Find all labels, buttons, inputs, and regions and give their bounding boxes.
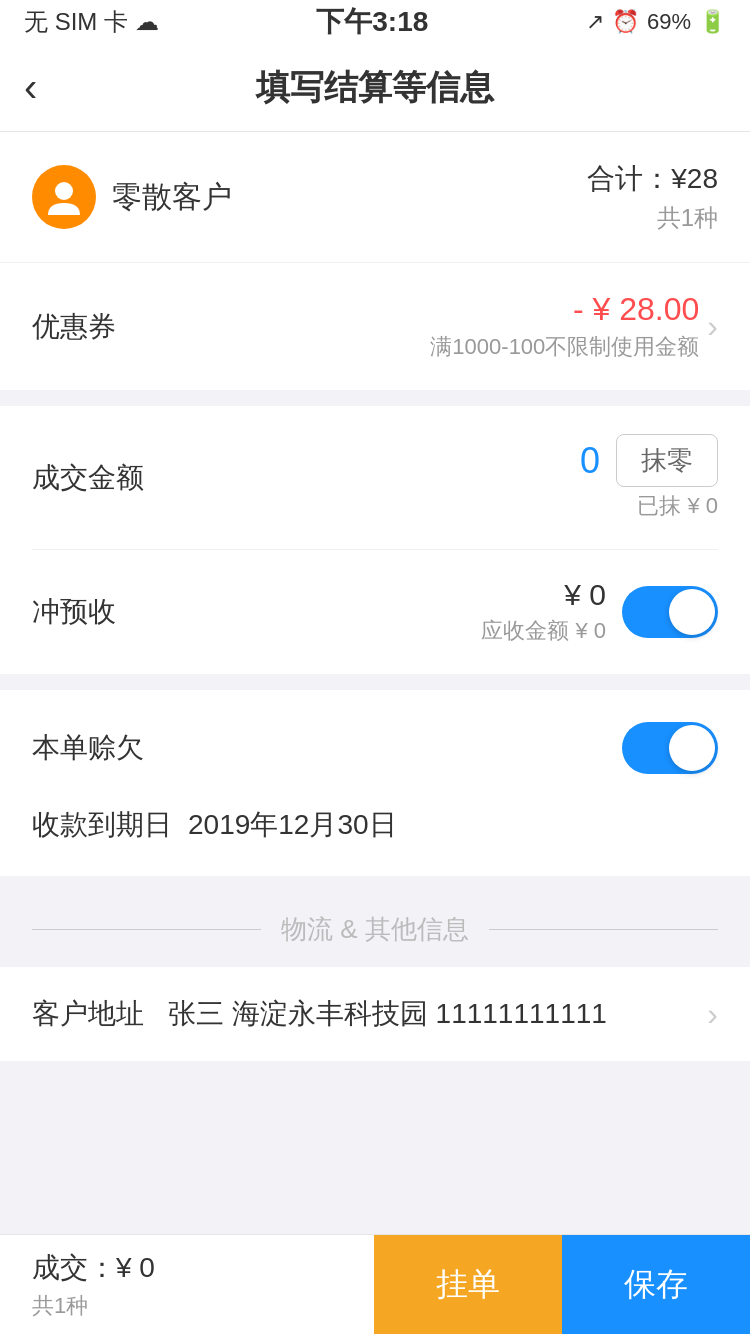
prereceive-sub: 应收金额 ¥ 0 [481, 616, 606, 646]
prereceive-label: 冲预收 [32, 593, 116, 631]
battery-icon: 🔋 [699, 9, 726, 35]
location-icon: ↗ [586, 9, 604, 35]
prereceive-row: 冲预收 ¥ 0 应收金额 ¥ 0 [32, 550, 718, 674]
debt-section: 本单赊欠 收款到期日 2019年12月30日 [0, 690, 750, 876]
customer-section: 零散客户 合计：¥28 共1种 优惠券 - ¥ 28.00 满1000-100不… [0, 132, 750, 390]
debt-row: 本单赊欠 [0, 690, 750, 806]
debt-toggle[interactable] [622, 722, 718, 774]
alarm-icon: ⏰ [612, 9, 639, 35]
transaction-right: 0 抹零 已抹 ¥ 0 [580, 434, 718, 521]
logistics-line-left [32, 929, 261, 930]
debt-toggle-knob [669, 725, 715, 771]
status-bar: 无 SIM 卡 ☁ 下午3:18 ↗ ⏰ 69% 🔋 [0, 0, 750, 44]
address-row[interactable]: 客户地址 张三 海淀永丰科技园 11111111111 › [0, 967, 750, 1061]
coupon-amount: - ¥ 28.00 [430, 291, 699, 328]
transaction-amount-row: 0 抹零 [580, 434, 718, 487]
coupon-value: - ¥ 28.00 满1000-100不限制使用金额 [430, 291, 699, 362]
status-left: 无 SIM 卡 ☁ [24, 6, 159, 38]
debt-label: 本单赊欠 [32, 729, 144, 767]
status-time: 下午3:18 [316, 3, 428, 41]
bottom-count: 共1种 [32, 1291, 342, 1321]
bottom-info: 成交：¥ 0 共1种 [0, 1249, 374, 1321]
address-value: 张三 海淀永丰科技园 11111111111 [168, 995, 707, 1033]
logistics-divider: 物流 & 其他信息 [0, 892, 750, 967]
coupon-desc: 满1000-100不限制使用金额 [430, 332, 699, 362]
address-chevron-icon: › [707, 996, 718, 1033]
page-title: 填写结算等信息 [256, 65, 494, 111]
toggle-knob [669, 589, 715, 635]
total-count: 共1种 [587, 202, 718, 234]
avatar [32, 165, 96, 229]
bottom-amount: 成交：¥ 0 [32, 1249, 342, 1287]
total-amount: 合计：¥28 [587, 160, 718, 198]
back-button[interactable]: ‹ [24, 65, 37, 110]
customer-info-left: 零散客户 [32, 165, 232, 229]
bottom-bar: 成交：¥ 0 共1种 挂单 保存 [0, 1234, 750, 1334]
battery-level: 69% [647, 9, 691, 35]
transaction-row: 成交金额 0 抹零 已抹 ¥ 0 [32, 406, 718, 550]
customer-name: 零散客户 [112, 177, 232, 218]
logistics-label: 物流 & 其他信息 [261, 912, 489, 947]
transaction-amount: 0 [580, 440, 600, 482]
save-button[interactable]: 保存 [562, 1235, 750, 1335]
round-button[interactable]: 抹零 [616, 434, 718, 487]
prereceive-value: ¥ 0 应收金额 ¥ 0 [481, 578, 606, 646]
due-date-row: 收款到期日 2019年12月30日 [0, 806, 750, 876]
prereceive-amount: ¥ 0 [481, 578, 606, 612]
svg-point-0 [55, 182, 73, 200]
coupon-row[interactable]: 优惠券 - ¥ 28.00 满1000-100不限制使用金额 › [0, 262, 750, 390]
transaction-section: 成交金额 0 抹零 已抹 ¥ 0 冲预收 ¥ 0 应收金额 ¥ 0 [0, 406, 750, 674]
address-section: 客户地址 张三 海淀永丰科技园 11111111111 › [0, 967, 750, 1061]
customer-row: 零散客户 合计：¥28 共1种 [0, 132, 750, 262]
sim-status: 无 SIM 卡 ☁ [24, 6, 159, 38]
due-date-label: 收款到期日 [32, 806, 172, 844]
logistics-wrapper: 物流 & 其他信息 [32, 912, 718, 947]
logistics-line-right [489, 929, 718, 930]
pending-button[interactable]: 挂单 [374, 1235, 562, 1335]
transaction-sub: 已抹 ¥ 0 [580, 491, 718, 521]
prereceive-right: ¥ 0 应收金额 ¥ 0 [481, 578, 718, 646]
coupon-right: - ¥ 28.00 满1000-100不限制使用金额 › [430, 291, 718, 362]
bottom-transaction-label: 成交： [32, 1252, 116, 1283]
chevron-right-icon: › [707, 308, 718, 345]
nav-bar: ‹ 填写结算等信息 [0, 44, 750, 132]
address-label: 客户地址 [32, 995, 144, 1033]
prereceive-toggle[interactable] [622, 586, 718, 638]
due-date-value: 2019年12月30日 [188, 806, 397, 844]
status-right: ↗ ⏰ 69% 🔋 [586, 9, 726, 35]
customer-summary: 合计：¥28 共1种 [587, 160, 718, 234]
coupon-label: 优惠券 [32, 308, 116, 346]
transaction-label: 成交金额 [32, 459, 144, 497]
bottom-transaction-amount: ¥ 0 [116, 1252, 155, 1283]
